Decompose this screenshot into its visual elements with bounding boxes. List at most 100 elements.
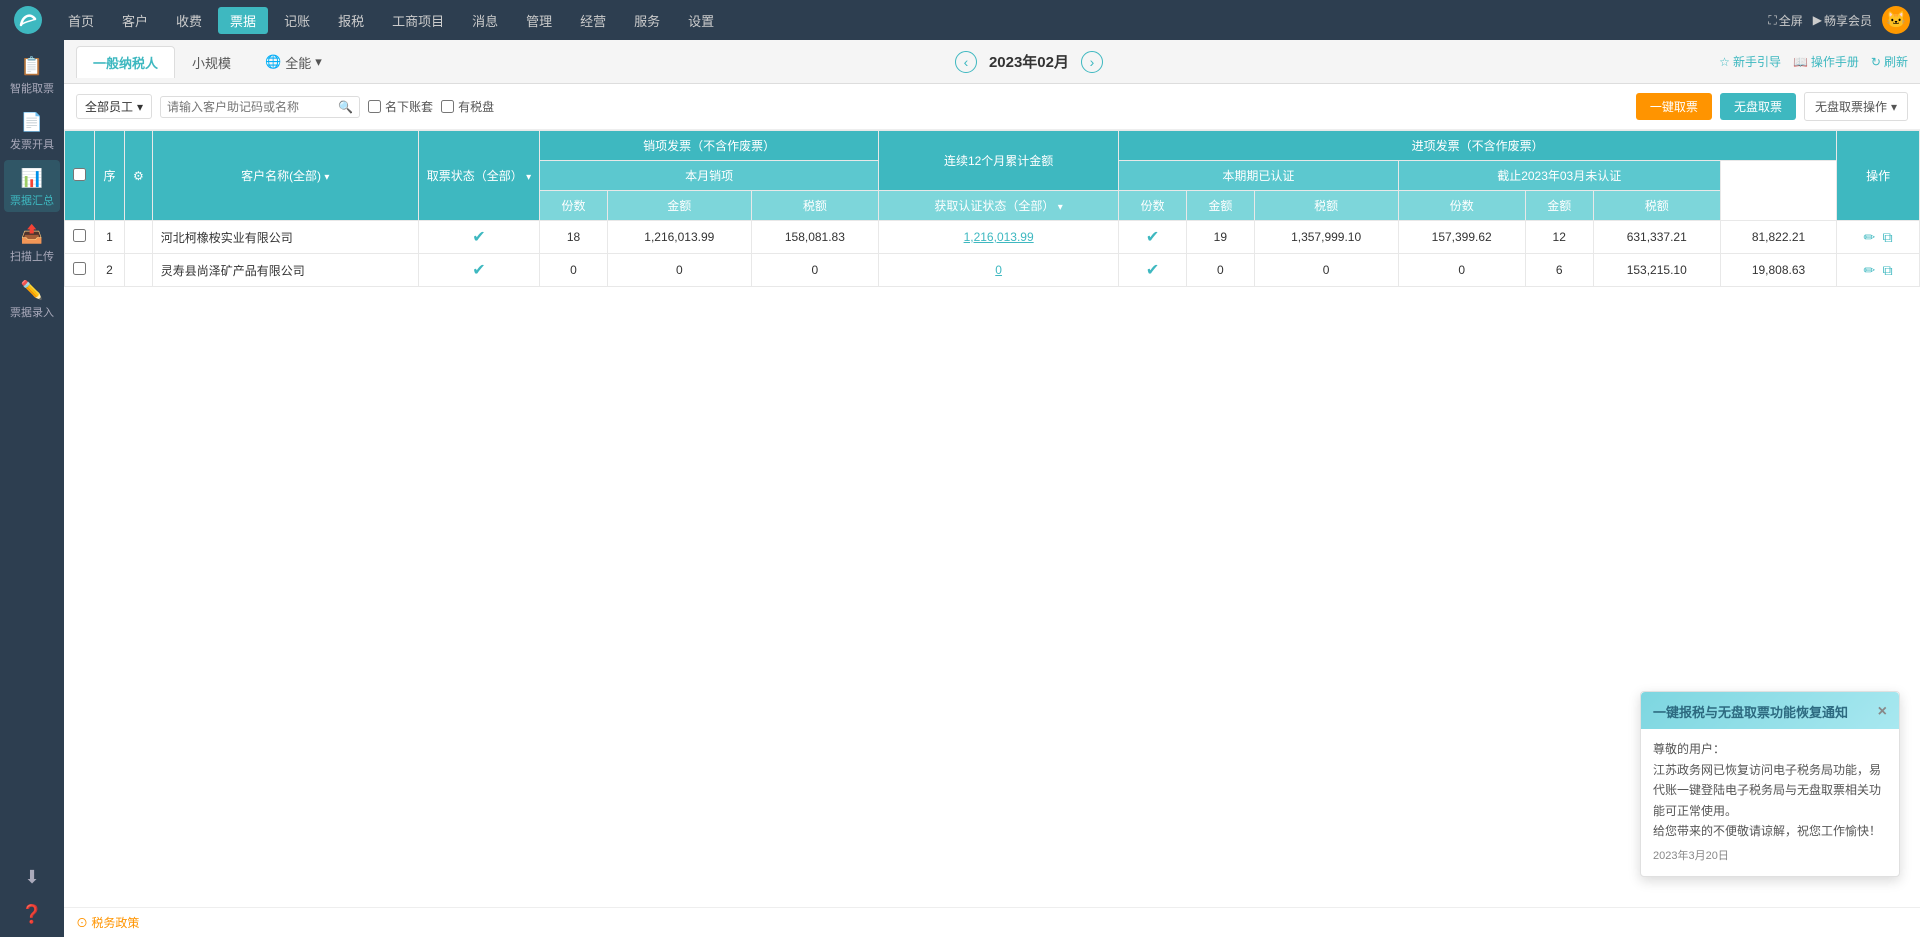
one-click-fetch-btn[interactable]: 一键取票 [1636,93,1712,120]
period-next-btn[interactable]: › [1081,51,1103,73]
fullscreen-icon: ⛶ [1768,13,1776,28]
tax-disk-checkbox[interactable] [441,100,454,113]
tab-small-scale[interactable]: 小规模 [175,46,248,78]
row-customer-0: 河北柯橡桉实业有限公司 [152,221,418,254]
period-display: 2023年02月 [989,51,1069,72]
row-period-tax-1: 0 [1398,254,1525,287]
nav-customer[interactable]: 客户 [110,7,160,34]
employee-filter[interactable]: 全部员工 ▾ [76,94,152,119]
customer-filter-icon[interactable]: ▾ [324,172,329,183]
manual-icon: 📖 [1793,55,1808,69]
nav-fee[interactable]: 收费 [164,7,214,34]
nav-settings[interactable]: 设置 [676,7,726,34]
row-no-0: 1 [95,221,125,254]
tab-period-bar: 一般纳税人 小规模 🌐 全能 ▾ ‹ 2023年02月 › ☆ 新 [64,40,1920,84]
row-month-count-1: 0 [540,254,608,287]
tab-general-taxpayer[interactable]: 一般纳税人 [76,46,175,78]
mine-checkbox-label[interactable]: 名下账套 [368,98,433,115]
row-settings-1 [125,254,153,287]
sidebar-download-btn[interactable]: ⬇ [4,859,60,892]
help-icon: ❓ [21,904,43,925]
sidebar-bottom: ⬇ ❓ [4,859,60,937]
nav-invoice[interactable]: 票据 [218,7,268,34]
mine-checkbox[interactable] [368,100,381,113]
copy-icon-0[interactable]: ⧉ [1883,229,1893,245]
row-checkbox-0[interactable] [65,221,95,254]
tax-disk-checkbox-label[interactable]: 有税盘 [441,98,494,115]
period-prev-btn[interactable]: ‹ [955,51,977,73]
guide-icon: ☆ [1719,55,1730,69]
row-checkbox-1[interactable] [65,254,95,287]
nav-bookkeeping[interactable]: 记账 [272,7,322,34]
row-period-amount-0: 1,357,999.10 [1254,221,1398,254]
row-ops-0: ✏ ⧉ [1837,221,1920,254]
th-ops: 操作 [1837,131,1920,221]
refresh-icon: ↻ [1871,55,1881,69]
globe-icon: 🌐 [265,54,281,70]
copy-icon-1[interactable]: ⧉ [1883,262,1893,278]
nav-service[interactable]: 服务 [622,7,672,34]
select-all-checkbox[interactable] [73,168,86,181]
settings-icon[interactable]: ⚙ [133,169,144,183]
edit-icon-0[interactable]: ✏ [1864,229,1876,245]
edit-icon-1[interactable]: ✏ [1864,262,1876,278]
nav-business[interactable]: 工商项目 [380,7,456,34]
row-cum12-0[interactable]: 1,216,013.99 [879,221,1119,254]
search-input[interactable] [167,100,338,114]
period-navigator: ‹ 2023年02月 › [339,51,1719,73]
row-period-tax-0: 157,399.62 [1398,221,1525,254]
th-this-month-sales: 本月销项 [540,161,879,191]
th-settings: ⚙ [125,131,153,221]
download-icon: ⬇ [24,867,39,888]
tab-dropdown-icon: ▾ [315,54,322,70]
no-disk-ops-btn[interactable]: 无盘取票操作 ▾ [1804,92,1908,121]
tax-policy-link[interactable]: ⊙ 税务政策 [76,914,139,931]
nav-operation[interactable]: 经营 [568,7,618,34]
user-avatar[interactable]: 🐱 [1882,6,1910,34]
member-btn[interactable]: ▶ 畅享会员 [1813,12,1872,29]
row-month-amount-0: 1,216,013.99 [607,221,751,254]
nav-menu: 首页 客户 收费 票据 记账 报税 工商项目 消息 管理 经营 服务 设置 [56,7,1768,34]
row-status-1: ✔ [418,254,539,287]
nav-message[interactable]: 消息 [460,7,510,34]
notification-greeting: 尊敬的用户： [1653,739,1887,759]
nav-home[interactable]: 首页 [56,7,106,34]
no-disk-fetch-btn[interactable]: 无盘取票 [1720,93,1796,120]
sidebar-item-smart-ticket[interactable]: 📋 智能取票 [4,48,60,100]
sidebar-item-invoice-summary[interactable]: 📊 票据汇总 [4,160,60,212]
new-guide-btn[interactable]: ☆ 新手引导 [1719,53,1781,70]
row-cum12-1[interactable]: 0 [879,254,1119,287]
tab-all[interactable]: 🌐 全能 ▾ [248,46,339,78]
th-status: 取票状态（全部） ▾ [418,131,539,221]
status-filter-icon[interactable]: ▾ [526,172,531,183]
notification-popup: 一键报税与无盘取票功能恢复通知 × 尊敬的用户： 江苏政务网已恢复访问电子税务局… [1640,691,1900,877]
table-row: 1 河北柯橡桉实业有限公司 ✔ 18 1,216,013.99 158,081.… [65,221,1920,254]
th-checkbox [65,131,95,221]
status-bar: ⊙ 税务政策 [64,907,1920,937]
row-uncert-amount-0: 631,337.21 [1593,221,1720,254]
row-cert-status-0: ✔ [1119,221,1187,254]
row-month-amount-1: 0 [607,254,751,287]
notification-close-btn[interactable]: × [1878,703,1887,721]
notification-title: 一键报税与无盘取票功能恢复通知 [1653,702,1848,721]
manual-btn[interactable]: 📖 操作手册 [1793,53,1859,70]
row-period-count-1: 0 [1186,254,1254,287]
sidebar-item-scan-upload[interactable]: 📤 扫描上传 [4,216,60,268]
sidebar-item-issue-invoice[interactable]: 📄 发票开具 [4,104,60,156]
row-settings-0 [125,221,153,254]
content-toolbar: 全部员工 ▾ 🔍 名下账套 有税盘 一键取票 无盘取票 无盘取票操作 ▾ [64,84,1920,130]
th-period-tax: 税额 [1254,191,1398,221]
th-month-count: 份数 [540,191,608,221]
sidebar-item-invoice-entry[interactable]: ✏️ 票据录入 [4,272,60,324]
fullscreen-btn[interactable]: ⛶ 全屏 [1768,12,1802,29]
customer-search-box[interactable]: 🔍 [160,96,360,118]
cert-filter-icon[interactable]: ▾ [1058,202,1063,213]
nav-manage[interactable]: 管理 [514,7,564,34]
th-this-period-confirmed: 本期期已认证 [1119,161,1398,191]
sidebar-help-btn[interactable]: ❓ [4,896,60,929]
row-customer-1: 灵寿县尚泽矿产品有限公司 [152,254,418,287]
notification-text: 江苏政务网已恢复访问电子税务局功能，易代账一键登陆电子税务局与无盘取票相关功能可… [1653,760,1887,821]
notification-apology: 给您带来的不便敬请谅解，祝您工作愉快！ [1653,821,1887,841]
nav-tax[interactable]: 报税 [326,7,376,34]
refresh-btn[interactable]: ↻ 刷新 [1871,53,1908,70]
